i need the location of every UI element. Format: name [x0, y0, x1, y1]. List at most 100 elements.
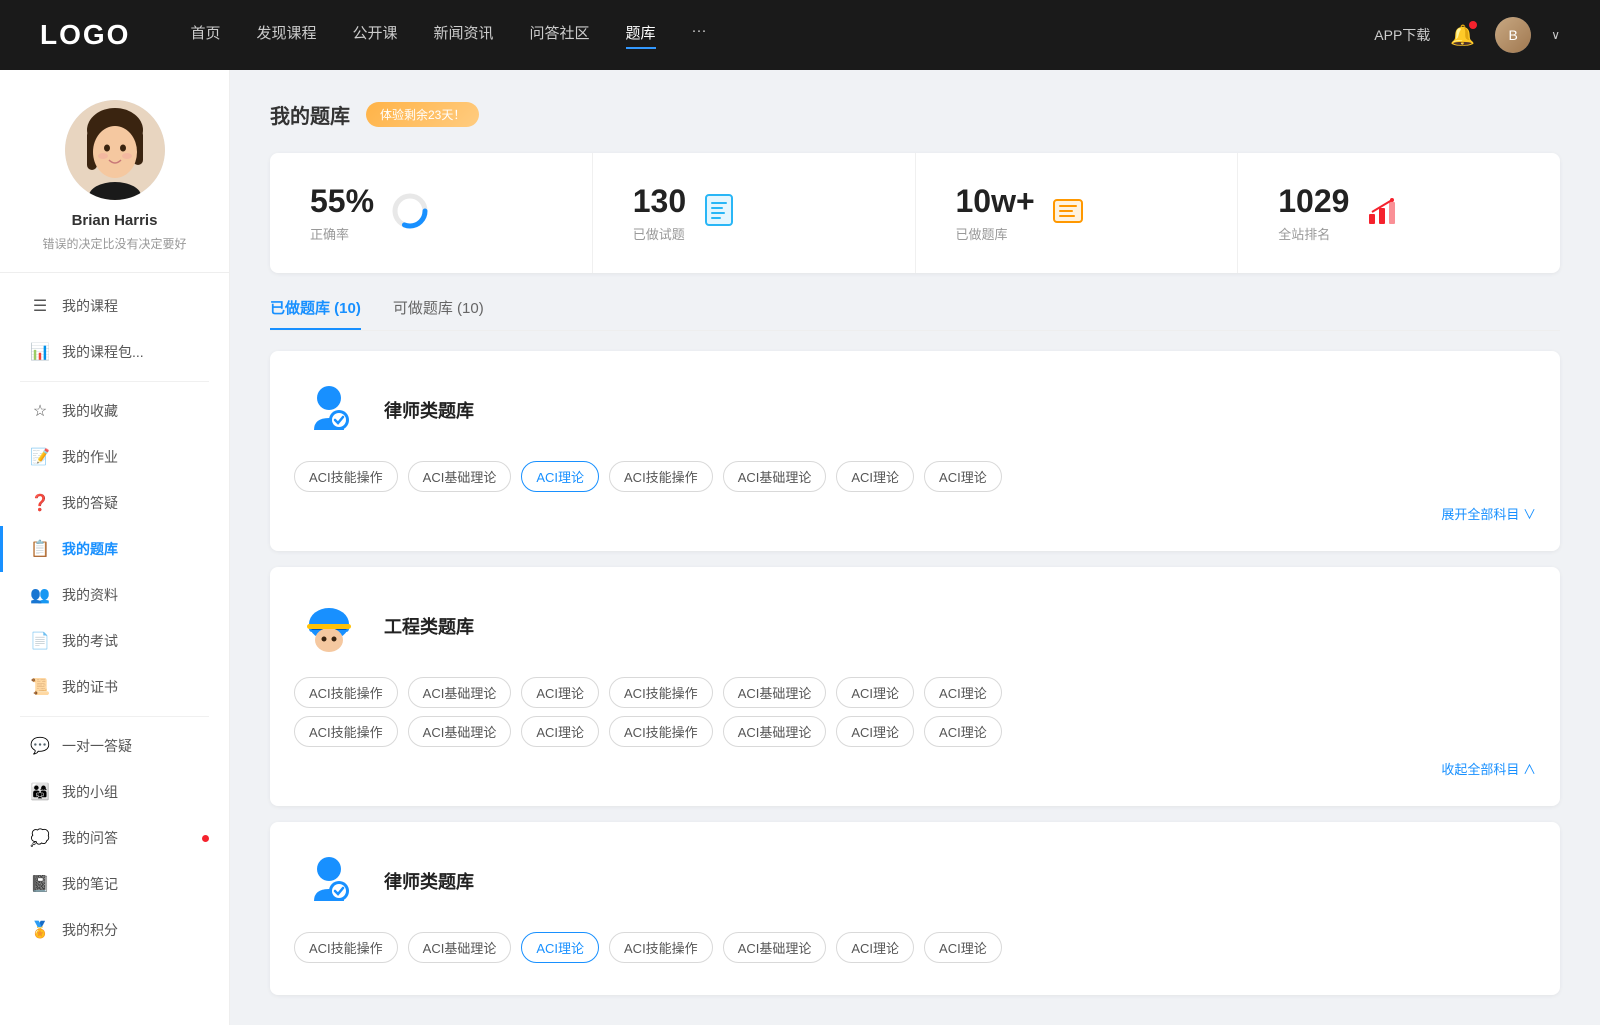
tag-active[interactable]: ACI理论 — [521, 461, 599, 492]
tag[interactable]: ACI理论 — [521, 677, 599, 708]
sidebar-item-profile[interactable]: 👥 我的资料 — [0, 572, 229, 618]
tag[interactable]: ACI理论 — [924, 932, 1002, 963]
sidebar-item-exam[interactable]: 📄 我的考试 — [0, 618, 229, 664]
tag[interactable]: ACI基础理论 — [408, 461, 512, 492]
sidebar: Brian Harris 错误的决定比没有决定要好 ☰ 我的课程 📊 我的课程包… — [0, 70, 230, 1025]
tag[interactable]: ACI技能操作 — [294, 716, 398, 747]
tag[interactable]: ACI基础理论 — [408, 716, 512, 747]
tag[interactable]: ACI理论 — [836, 716, 914, 747]
expand-link-lawyer1[interactable]: 展开全部科目 ∨ — [294, 500, 1536, 527]
nav-right: APP下载 🔔 B ∨ — [1374, 17, 1560, 53]
sidebar-item-question[interactable]: 💭 我的问答 — [0, 815, 229, 861]
one-on-one-icon: 💬 — [30, 736, 50, 756]
tag[interactable]: ACI基础理论 — [723, 932, 827, 963]
homework-icon: 📝 — [30, 447, 50, 467]
tag[interactable]: ACI技能操作 — [609, 677, 713, 708]
tag[interactable]: ACI基础理论 — [723, 677, 827, 708]
qbank-name-lawyer2: 律师类题库 — [384, 868, 474, 894]
sidebar-item-package[interactable]: 📊 我的课程包... — [0, 329, 229, 375]
app-download-button[interactable]: APP下载 — [1374, 25, 1430, 45]
done-questions-value: 130 — [633, 183, 686, 220]
sidebar-label-notes: 我的笔记 — [62, 874, 118, 894]
tags-row-lawyer2: ACI技能操作 ACI基础理论 ACI理论 ACI技能操作 ACI基础理论 AC… — [294, 932, 1536, 963]
tag[interactable]: ACI技能操作 — [294, 932, 398, 963]
sidebar-item-cert[interactable]: 📜 我的证书 — [0, 664, 229, 710]
rank-icon — [1365, 194, 1399, 233]
stats-row: 55% 正确率 130 已做试题 — [270, 153, 1560, 273]
tags-row-engineer1-row2: ACI技能操作 ACI基础理论 ACI理论 ACI技能操作 ACI基础理论 AC… — [294, 716, 1536, 747]
tag[interactable]: ACI基础理论 — [723, 716, 827, 747]
tag[interactable]: ACI理论 — [836, 677, 914, 708]
qbank-list: 律师类题库 ACI技能操作 ACI基础理论 ACI理论 ACI技能操作 ACI基… — [270, 351, 1560, 995]
user-menu-chevron[interactable]: ∨ — [1551, 28, 1560, 42]
logo[interactable]: LOGO — [40, 19, 130, 51]
question-badge — [202, 835, 209, 842]
sidebar-item-group[interactable]: 👨‍👩‍👧 我的小组 — [0, 769, 229, 815]
tag[interactable]: ACI理论 — [836, 461, 914, 492]
nav-public[interactable]: 公开课 — [352, 22, 397, 49]
sidebar-label-group: 我的小组 — [62, 782, 118, 802]
page-title: 我的题库 — [270, 100, 350, 129]
expand-link-engineer1[interactable]: 收起全部科目 ∧ — [294, 755, 1536, 782]
tag[interactable]: ACI技能操作 — [609, 461, 713, 492]
sidebar-label-exam: 我的考试 — [62, 631, 118, 651]
sidebar-menu: ☰ 我的课程 📊 我的课程包... ☆ 我的收藏 📝 我的作业 ❓ 我的答疑 📋 — [0, 273, 229, 963]
page-header: 我的题库 体验剩余23天！ — [270, 100, 1560, 129]
nav-qbank[interactable]: 题库 — [626, 22, 656, 49]
tab-todo[interactable]: 可做题库 (10) — [393, 297, 484, 330]
nav-more[interactable]: ··· — [692, 22, 707, 49]
profile-avatar — [65, 100, 165, 200]
tab-done[interactable]: 已做题库 (10) — [270, 297, 361, 330]
tag[interactable]: ACI理论 — [521, 716, 599, 747]
tag[interactable]: ACI理论 — [924, 461, 1002, 492]
question-icon: 💭 — [30, 828, 50, 848]
tag-active[interactable]: ACI理论 — [521, 932, 599, 963]
rank-value: 1029 — [1278, 183, 1349, 220]
sidebar-divider-1 — [20, 381, 209, 382]
stat-accuracy: 55% 正确率 — [270, 153, 593, 273]
qa-icon: ❓ — [30, 493, 50, 513]
nav-discover[interactable]: 发现课程 — [256, 22, 316, 49]
main-content: 我的题库 体验剩余23天！ 55% 正确率 — [230, 70, 1600, 1025]
sidebar-label-qbank: 我的题库 — [62, 539, 118, 559]
nav-links: 首页 发现课程 公开课 新闻资讯 问答社区 题库 ··· — [190, 22, 1374, 49]
sidebar-item-points[interactable]: 🏅 我的积分 — [0, 907, 229, 953]
sidebar-item-qbank[interactable]: 📋 我的题库 — [0, 526, 229, 572]
tag[interactable]: ACI基础理论 — [723, 461, 827, 492]
notification-dot — [1469, 21, 1477, 29]
tags-row-engineer1-row1: ACI技能操作 ACI基础理论 ACI理论 ACI技能操作 ACI基础理论 AC… — [294, 677, 1536, 708]
tag[interactable]: ACI技能操作 — [609, 932, 713, 963]
nav-home[interactable]: 首页 — [190, 22, 220, 49]
nav-news[interactable]: 新闻资讯 — [434, 22, 494, 49]
qbank-card-lawyer1: 律师类题库 ACI技能操作 ACI基础理论 ACI理论 ACI技能操作 ACI基… — [270, 351, 1560, 551]
done-banks-label: 已做题库 — [956, 224, 1035, 243]
done-questions-label: 已做试题 — [633, 224, 686, 243]
lawyer-icon-2 — [294, 846, 364, 916]
accuracy-value: 55% — [310, 183, 374, 220]
sidebar-label-cert: 我的证书 — [62, 677, 118, 697]
sidebar-item-homework[interactable]: 📝 我的作业 — [0, 434, 229, 480]
sidebar-label-profile: 我的资料 — [62, 585, 118, 605]
sidebar-item-qa[interactable]: ❓ 我的答疑 — [0, 480, 229, 526]
notification-bell[interactable]: 🔔 — [1450, 23, 1475, 48]
tag[interactable]: ACI技能操作 — [294, 677, 398, 708]
tag[interactable]: ACI理论 — [836, 932, 914, 963]
nav-qa[interactable]: 问答社区 — [530, 22, 590, 49]
tag[interactable]: ACI理论 — [924, 677, 1002, 708]
user-profile: Brian Harris 错误的决定比没有决定要好 — [0, 70, 229, 273]
tag[interactable]: ACI基础理论 — [408, 932, 512, 963]
stat-done-questions: 130 已做试题 — [593, 153, 916, 273]
sidebar-item-course[interactable]: ☰ 我的课程 — [0, 283, 229, 329]
tag[interactable]: ACI理论 — [924, 716, 1002, 747]
tag[interactable]: ACI基础理论 — [408, 677, 512, 708]
done-questions-icon — [702, 193, 736, 234]
collect-icon: ☆ — [30, 401, 50, 421]
sidebar-item-one-on-one[interactable]: 💬 一对一答疑 — [0, 723, 229, 769]
sidebar-item-notes[interactable]: 📓 我的笔记 — [0, 861, 229, 907]
trial-badge: 体验剩余23天！ — [366, 102, 479, 127]
tag[interactable]: ACI技能操作 — [294, 461, 398, 492]
sidebar-item-collect[interactable]: ☆ 我的收藏 — [0, 388, 229, 434]
tag[interactable]: ACI技能操作 — [609, 716, 713, 747]
user-avatar[interactable]: B — [1495, 17, 1531, 53]
sidebar-label-one-on-one: 一对一答疑 — [62, 736, 132, 756]
